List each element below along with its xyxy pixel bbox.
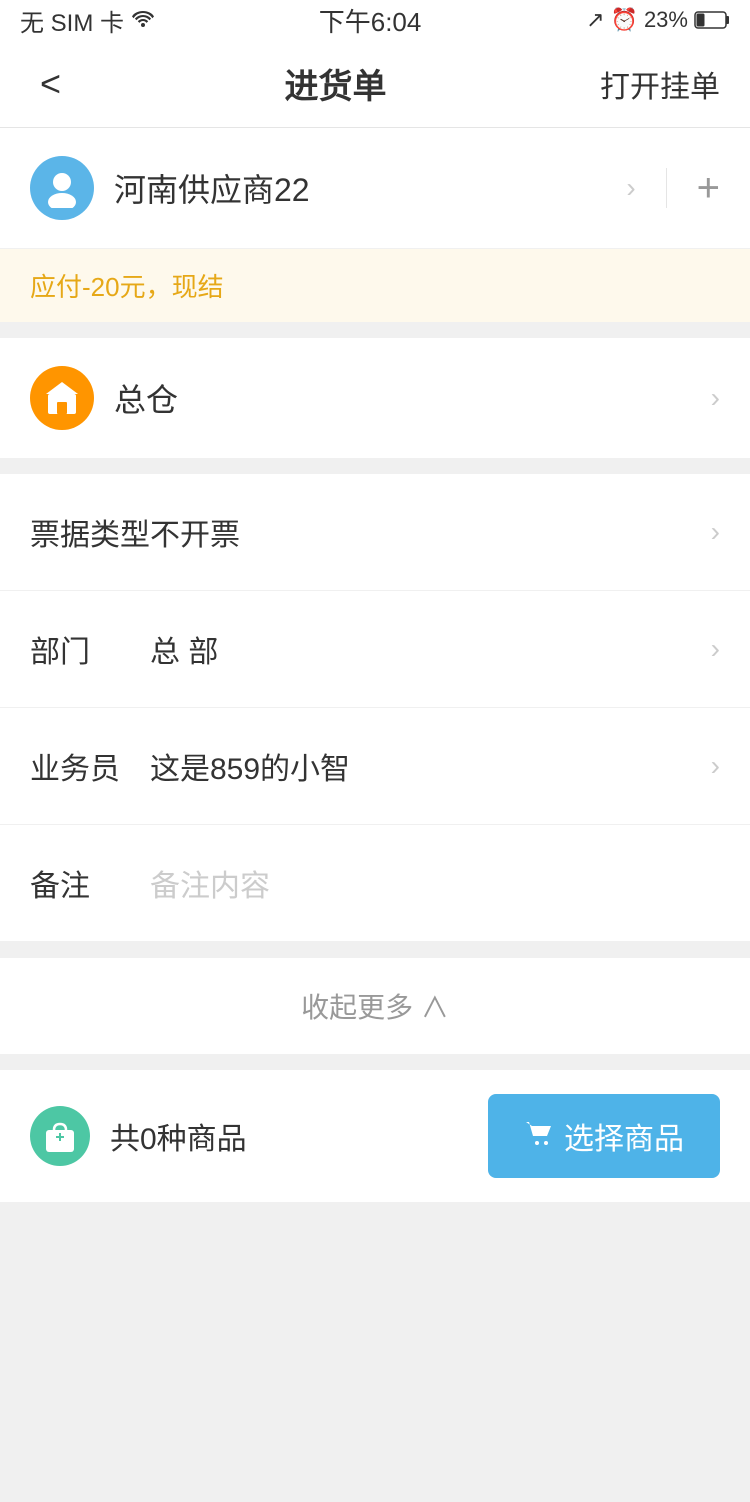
nav-bar: < 进货单 打开挂单 bbox=[0, 40, 750, 128]
warehouse-icon-wrap bbox=[30, 366, 94, 430]
supplier-row[interactable]: 河南供应商22 › + bbox=[0, 128, 750, 249]
remark-input[interactable]: 备注内容 bbox=[150, 861, 720, 905]
battery-icon bbox=[694, 11, 730, 29]
supplier-avatar bbox=[30, 156, 94, 220]
form-section: 票据类型 不开票 › 部门 总 部 › 业务员 这是859的小智 › 备注 备注… bbox=[0, 474, 750, 941]
status-right: ↗ ⏰ 23% bbox=[586, 7, 730, 33]
select-product-button[interactable]: 选择商品 bbox=[488, 1094, 720, 1178]
invoice-type-value: 不开票 bbox=[150, 510, 711, 554]
invoice-type-row[interactable]: 票据类型 不开票 › bbox=[0, 474, 750, 591]
warehouse-row[interactable]: 总仓 › bbox=[0, 338, 750, 458]
gray-area bbox=[0, 1202, 750, 1502]
location-icon: ↗ bbox=[586, 7, 604, 33]
department-label: 部门 bbox=[30, 627, 150, 671]
notice-banner: 应付-20元，现结 bbox=[0, 249, 750, 322]
back-button[interactable]: < bbox=[30, 53, 71, 115]
invoice-type-label: 票据类型 bbox=[30, 510, 150, 554]
collapse-row[interactable]: 收起更多 ∧ bbox=[0, 957, 750, 1054]
person-icon bbox=[42, 168, 82, 208]
salesperson-row[interactable]: 业务员 这是859的小智 › bbox=[0, 708, 750, 825]
remark-row[interactable]: 备注 备注内容 bbox=[0, 825, 750, 941]
add-supplier-button[interactable]: + bbox=[697, 166, 720, 211]
invoice-chevron-icon: › bbox=[711, 516, 720, 548]
vertical-divider bbox=[666, 168, 667, 208]
remark-label: 备注 bbox=[30, 861, 150, 905]
page-title: 进货单 bbox=[285, 59, 387, 108]
product-bag-icon bbox=[42, 1118, 78, 1154]
wifi-icon bbox=[132, 6, 154, 34]
supplier-section: 河南供应商22 › + 应付-20元，现结 bbox=[0, 128, 750, 322]
warehouse-chevron-icon: › bbox=[711, 382, 720, 414]
warehouse-icon bbox=[44, 380, 80, 416]
department-row[interactable]: 部门 总 部 › bbox=[0, 591, 750, 708]
carrier-label: 无 SIM 卡 bbox=[20, 3, 124, 38]
department-value: 总 部 bbox=[150, 627, 711, 671]
supplier-chevron-icon: › bbox=[626, 172, 635, 204]
salesperson-chevron-icon: › bbox=[711, 750, 720, 782]
status-time: 下午6:04 bbox=[319, 2, 422, 39]
open-pending-button[interactable]: 打开挂单 bbox=[600, 62, 720, 106]
alarm-icon: ⏰ bbox=[611, 7, 638, 33]
supplier-name: 河南供应商22 bbox=[114, 165, 626, 211]
department-chevron-icon: › bbox=[711, 633, 720, 665]
collapse-button[interactable]: 收起更多 ∧ bbox=[301, 986, 449, 1026]
select-product-label: 选择商品 bbox=[564, 1114, 684, 1158]
salesperson-value: 这是859的小智 bbox=[150, 744, 711, 788]
content-area: 河南供应商22 › + 应付-20元，现结 总仓 › 票据类型 不开票 › 部门… bbox=[0, 128, 750, 1502]
status-bar: 无 SIM 卡 下午6:04 ↗ ⏰ 23% bbox=[0, 0, 750, 40]
battery-label: 23% bbox=[644, 7, 688, 33]
status-left: 无 SIM 卡 bbox=[20, 3, 154, 38]
warehouse-name: 总仓 bbox=[114, 375, 711, 421]
product-icon-wrap bbox=[30, 1106, 90, 1166]
product-count-label: 共0种商品 bbox=[110, 1114, 468, 1158]
cart-icon bbox=[524, 1120, 554, 1153]
salesperson-label: 业务员 bbox=[30, 744, 150, 788]
product-bar: 共0种商品 选择商品 bbox=[0, 1070, 750, 1202]
